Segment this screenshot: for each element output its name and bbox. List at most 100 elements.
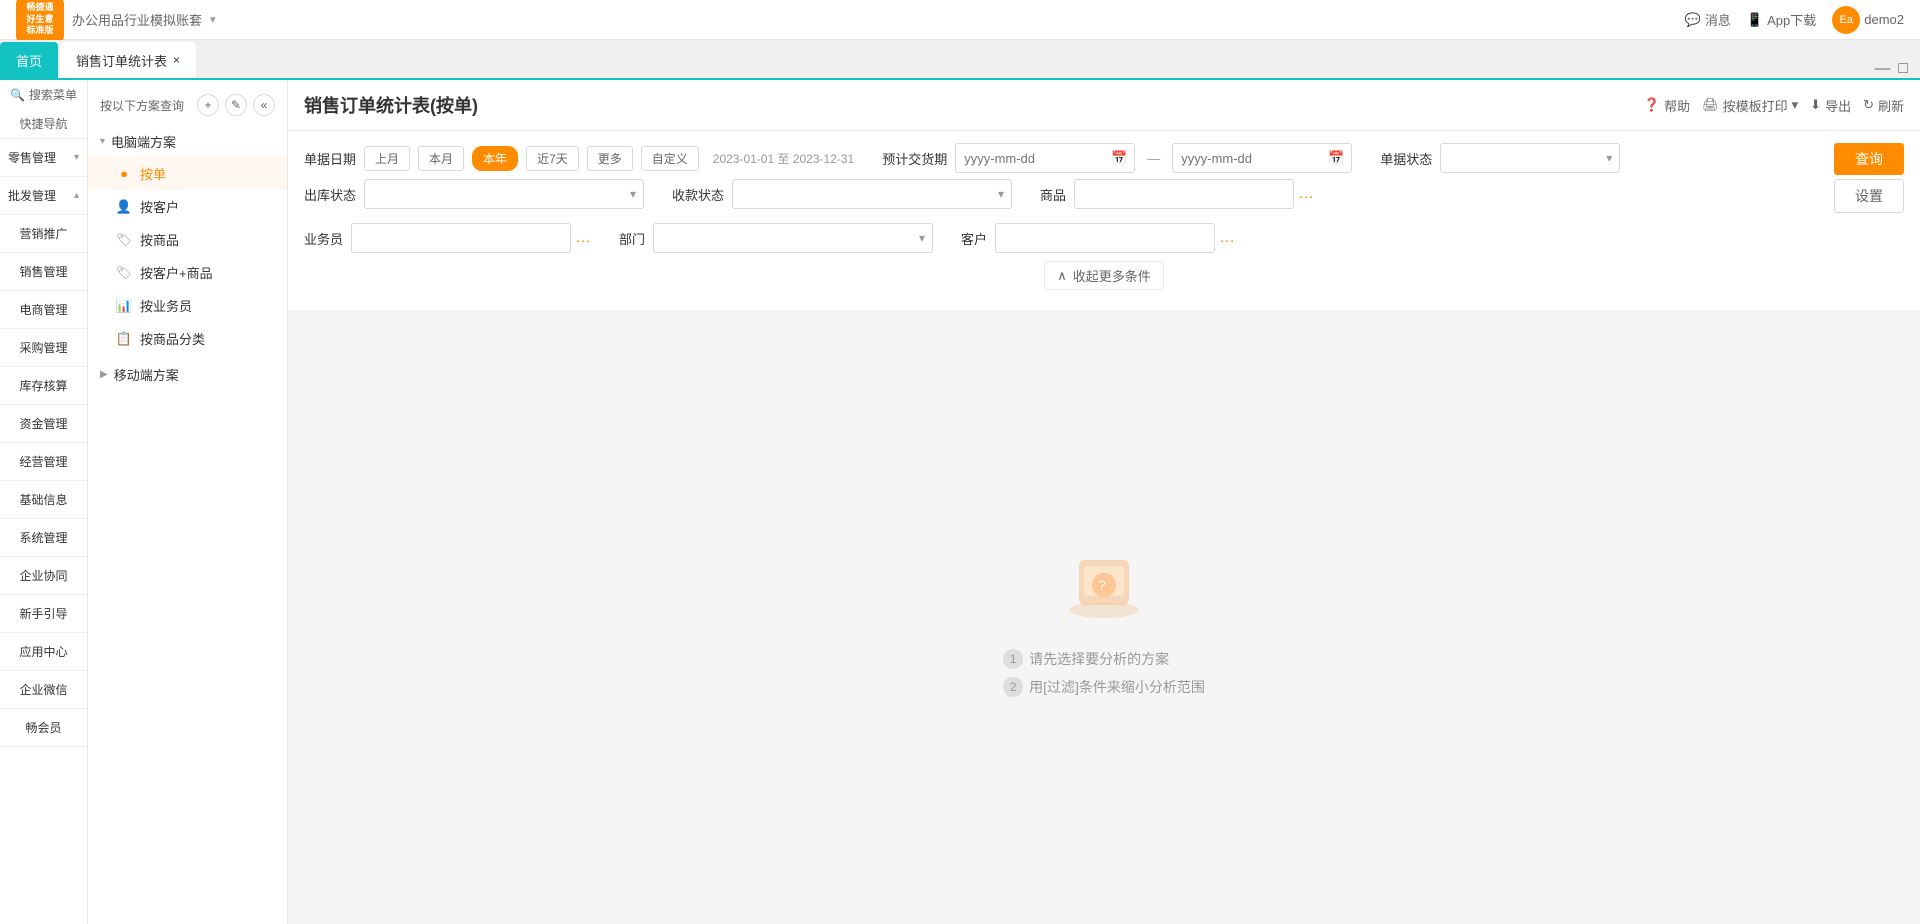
dept-wrap: ▾ <box>653 223 933 253</box>
collapse-panel-btn[interactable]: « <box>253 94 275 116</box>
enterprise-label: 企业协同 <box>19 567 67 584</box>
refresh-label: 刷新 <box>1878 96 1904 115</box>
sidebar-item-finance[interactable]: 资金管理 <box>0 405 87 443</box>
sidebar-item-newbie[interactable]: 新手引导 <box>0 595 87 633</box>
message-btn[interactable]: 💬 消息 <box>1685 10 1731 29</box>
app-download-label: App下载 <box>1767 10 1816 29</box>
tab-sales-order-label: 销售订单统计表 <box>76 51 167 70</box>
tab-home[interactable]: 首页 <box>0 42 58 78</box>
by-salesperson-label: 按业务员 <box>140 296 192 315</box>
print-icon: 🖨 <box>1702 97 1719 113</box>
maximize-btn[interactable]: □ <box>1898 60 1908 78</box>
salesperson-ellipsis[interactable]: … <box>575 229 591 247</box>
calendar-icon-end[interactable]: 📅 <box>1328 150 1344 166</box>
by-customer-label: 按客户 <box>140 197 179 216</box>
last-month-btn[interactable]: 上月 <box>364 146 410 171</box>
doc-status-select-wrap: ▾ <box>1440 143 1620 173</box>
edit-scheme-btn[interactable]: ✎ <box>225 94 247 116</box>
expected-date-label: 预计交货期 <box>882 149 947 168</box>
search-menu-btn[interactable]: 🔍 搜索菜单 <box>0 80 87 109</box>
sidebar-item-sales[interactable]: 销售管理 <box>0 253 87 291</box>
user-menu[interactable]: Ea demo2 <box>1832 6 1904 34</box>
right-action-col: 查询 设置 <box>1834 143 1904 213</box>
sidebar-item-wechat[interactable]: 企业微信 <box>0 671 87 709</box>
quick-nav-btn[interactable]: 快捷导航 <box>0 109 87 139</box>
customer-label: 客户 <box>961 229 987 248</box>
print-dropdown-icon: ▾ <box>1792 97 1799 113</box>
scheme-by-customer[interactable]: 👤 按客户 <box>88 190 287 223</box>
set-btn[interactable]: 设置 <box>1834 179 1904 213</box>
scheme-by-salesperson[interactable]: 📊 按业务员 <box>88 289 287 322</box>
sidebar-item-basic[interactable]: 基础信息 <box>0 481 87 519</box>
scheme-by-customer-goods[interactable]: 🏷 按客户+商品 <box>88 256 287 289</box>
expected-date-start-wrap: 📅 <box>955 143 1135 173</box>
collapse-icon: ∧ <box>1057 268 1067 284</box>
filter-section: 单据日期 上月 本月 本年 近7天 更多 自定义 2023-01-01 至 20… <box>288 131 1920 310</box>
goods-ellipsis[interactable]: … <box>1298 185 1314 203</box>
topbar-title: 办公用品行业模拟账套 <box>72 10 202 29</box>
scheme-by-goods[interactable]: 🏷 按商品 <box>88 223 287 256</box>
sidebar-item-operation[interactable]: 经营管理 <box>0 443 87 481</box>
goods-input[interactable] <box>1074 179 1294 209</box>
help-icon: ❓ <box>1644 97 1660 113</box>
sidebar-item-system[interactable]: 系统管理 <box>0 519 87 557</box>
dept-select[interactable] <box>653 223 933 253</box>
tab-sales-order[interactable]: 销售订单统计表 × <box>60 42 196 78</box>
export-icon: ⬇ <box>1810 97 1821 113</box>
tab-home-label: 首页 <box>16 51 42 70</box>
newbie-label: 新手引导 <box>19 605 67 622</box>
this-year-btn[interactable]: 本年 <box>472 146 518 171</box>
sidebar-item-inventory[interactable]: 库存核算 <box>0 367 87 405</box>
tab-close-icon[interactable]: × <box>173 53 180 67</box>
marketing-label: 营销推广 <box>19 225 67 242</box>
print-btn[interactable]: 🖨 按模板打印 ▾ <box>1702 96 1798 115</box>
collapse-btn[interactable]: ∧ 收起更多条件 <box>1044 261 1164 290</box>
add-scheme-btn[interactable]: + <box>197 94 219 116</box>
minimize-btn[interactable]: — <box>1874 60 1890 78</box>
scheme-by-order[interactable]: ● 按单 <box>88 157 287 190</box>
mobile-arrow: ▶ <box>100 369 108 380</box>
last7-btn[interactable]: 近7天 <box>526 146 579 171</box>
export-btn[interactable]: ⬇ 导出 <box>1810 96 1851 115</box>
receive-status-select[interactable] <box>732 179 1012 209</box>
sidebar-item-retail[interactable]: 零售管理 ▾ <box>0 139 87 177</box>
logo: 畅捷通好生意标准版 <box>16 0 64 44</box>
expected-date-end[interactable] <box>1172 143 1352 173</box>
query-btn[interactable]: 查询 <box>1834 143 1904 175</box>
customer-ellipsis[interactable]: … <box>1219 229 1235 247</box>
help-btn[interactable]: ❓ 帮助 <box>1644 96 1690 115</box>
hint-num-1: 1 <box>1003 649 1023 669</box>
salesperson-input[interactable] <box>351 223 571 253</box>
expected-date-end-wrap: 📅 <box>1172 143 1352 173</box>
date-label: 单据日期 <box>304 149 356 168</box>
sidebar-item-wholesale[interactable]: 批发管理 ▴ <box>0 177 87 215</box>
customer-input[interactable] <box>995 223 1215 253</box>
sidebar-item-appcenter[interactable]: 应用中心 <box>0 633 87 671</box>
refresh-btn[interactable]: ↻ 刷新 <box>1863 96 1904 115</box>
scheme-by-goods-category[interactable]: 📋 按商品分类 <box>88 322 287 355</box>
by-cg-label: 按客户+商品 <box>140 263 213 282</box>
left-panel-title: 按以下方案查询 <box>100 97 184 114</box>
wholesale-arrow: ▴ <box>74 190 79 201</box>
this-month-btn[interactable]: 本月 <box>418 146 464 171</box>
more-btn[interactable]: 更多 <box>587 146 633 171</box>
sidebar-item-marketing[interactable]: 营销推广 <box>0 215 87 253</box>
system-label: 系统管理 <box>19 529 67 546</box>
sidebar-item-purchase[interactable]: 采购管理 <box>0 329 87 367</box>
custom-btn[interactable]: 自定义 <box>641 146 699 171</box>
retail-label: 零售管理 <box>8 149 56 166</box>
mobile-section-header[interactable]: ▶ 移动端方案 <box>88 359 287 390</box>
refresh-icon: ↻ <box>1863 97 1874 113</box>
topbar-dropdown-icon[interactable]: ▾ <box>210 13 216 26</box>
doc-status-select[interactable] <box>1440 143 1620 173</box>
app-download-btn[interactable]: 📱 App下载 <box>1747 10 1816 29</box>
calendar-icon-start[interactable]: 📅 <box>1111 150 1127 166</box>
sidebar-item-enterprise[interactable]: 企业协同 <box>0 557 87 595</box>
expected-date-start[interactable] <box>955 143 1135 173</box>
pc-section-header[interactable]: ▾ 电脑端方案 <box>88 126 287 157</box>
goods-label: 商品 <box>1040 185 1066 204</box>
inventory-label: 库存核算 <box>19 377 67 394</box>
sidebar-item-ecommerce[interactable]: 电商管理 <box>0 291 87 329</box>
sidebar-item-member[interactable]: 畅会员 <box>0 709 87 747</box>
out-status-select[interactable] <box>364 179 644 209</box>
